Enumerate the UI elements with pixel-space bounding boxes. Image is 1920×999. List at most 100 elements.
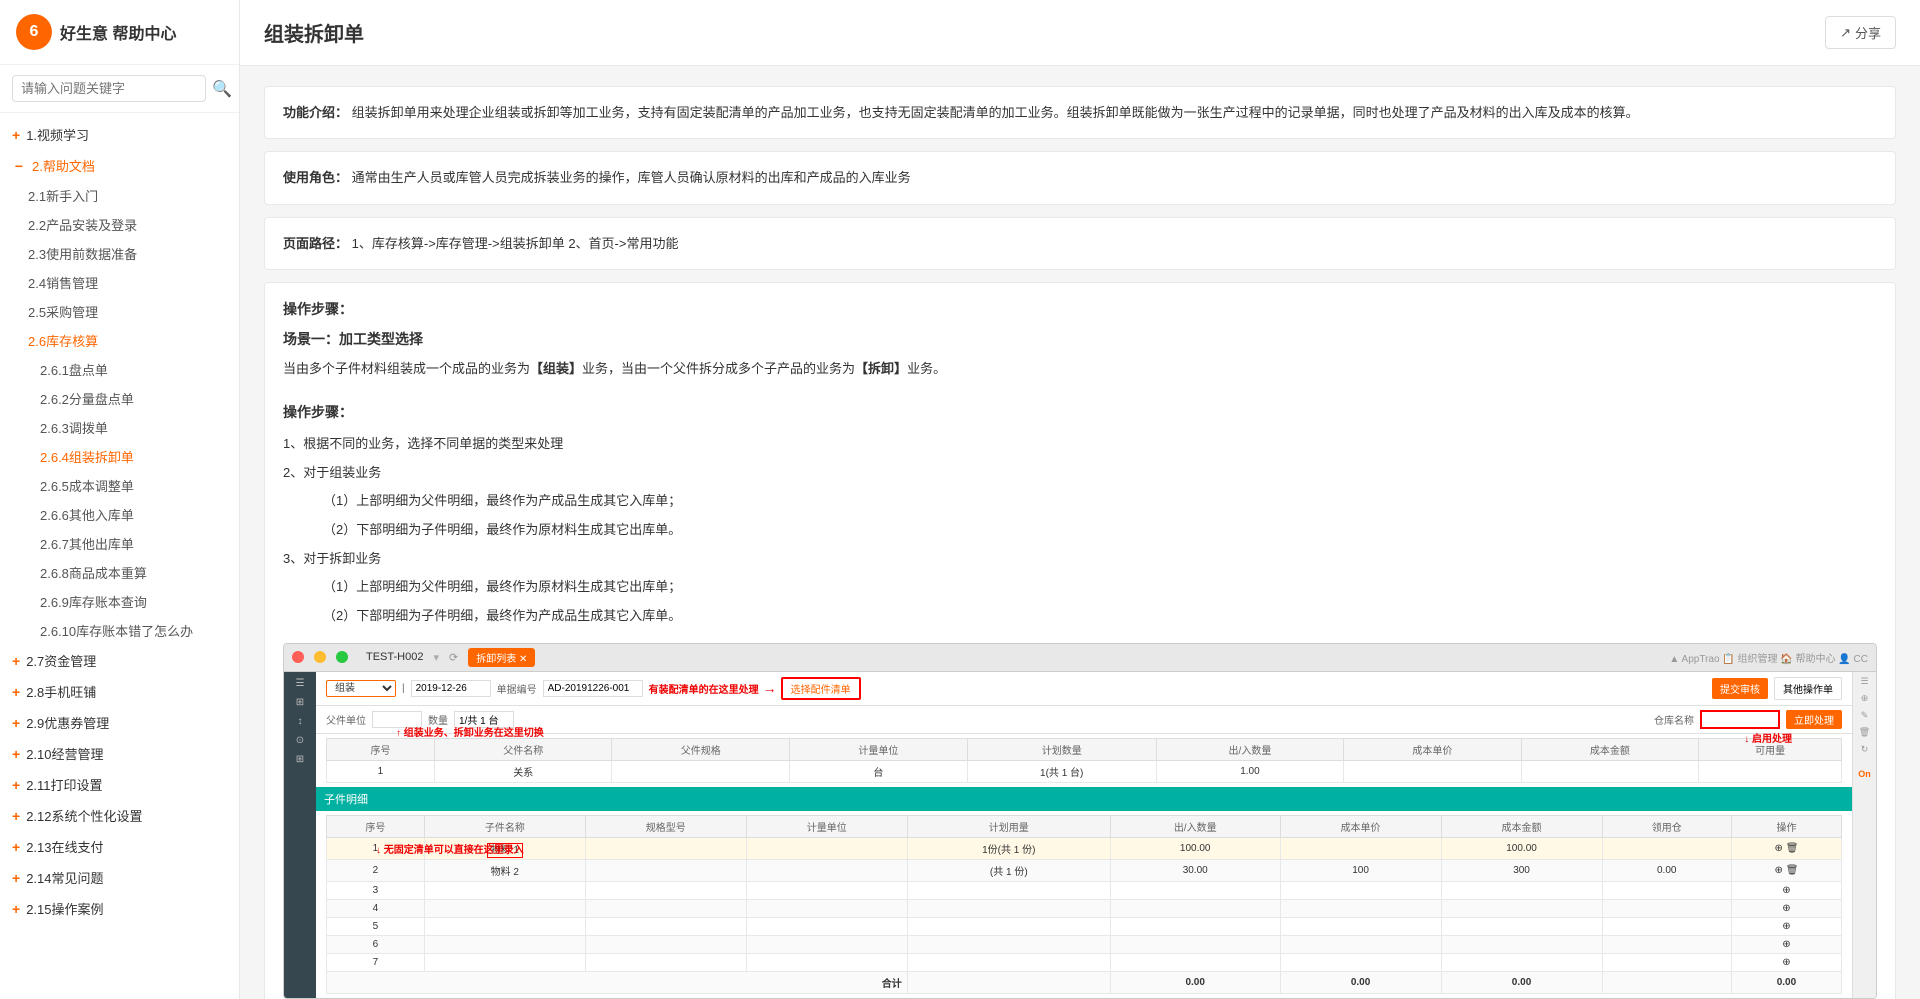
mini-sidebar-icon1: ☰ — [296, 678, 305, 689]
function-intro-block: 功能介绍： 组装拆卸单用来处理企业组装或拆卸等加工业务，支持有固定装配清单的产品… — [264, 86, 1896, 139]
sidebar-item-sub268[interactable]: 2.6.8商品成本重算 — [0, 558, 239, 587]
step2-1: （1）上部明细为父件明细，最终作为产成品生成其它入库单； — [283, 489, 1877, 514]
sidebar-item-cat10[interactable]: + 2.10经营管理 — [0, 738, 239, 769]
right-panel-icon3: ✎ — [1861, 710, 1869, 721]
plus-icon: + — [12, 777, 20, 793]
sidebar-item-sub21[interactable]: 2.1新手入门 — [0, 181, 239, 210]
step3-2: （2）下部明细为子件明细，最终作为产成品生成其它入库单。 — [283, 604, 1877, 629]
page-title: 组装拆卸单 — [264, 18, 364, 47]
step2-2: （2）下部明细为子件明细，最终作为原材料生成其它出库单。 — [283, 518, 1877, 543]
sidebar-item-sub264[interactable]: 2.6.4组装拆卸单 — [0, 442, 239, 471]
steps-content: 1、根据不同的业务，选择不同单据的类型来处理 2、对于组装业务 （1）上部明细为… — [283, 432, 1877, 629]
main-content: 组装拆卸单 ↗ 分享 功能介绍： 组装拆卸单用来处理企业组装或拆卸等加工业务，支… — [240, 0, 1920, 999]
search-button[interactable]: 🔍 — [206, 77, 238, 101]
warehouse-input[interactable] — [1700, 710, 1780, 729]
submit-btn[interactable]: 提交审核 — [1712, 678, 1768, 699]
sidebar-item-sub267[interactable]: 2.6.7其他出库单 — [0, 529, 239, 558]
doc-code-input[interactable] — [543, 680, 643, 697]
page-path-text: 1、库存核算->库存管理->组装拆卸单 2、首页->常用功能 — [352, 236, 679, 251]
plus-icon: + — [12, 684, 20, 700]
date-input[interactable] — [411, 680, 491, 697]
logo-text: 好生意 帮助中心 — [60, 20, 176, 44]
annotation3: ↓ 启用处理 — [1744, 730, 1792, 745]
sidebar-item-sub26[interactable]: 2.6库存核算 — [0, 326, 239, 355]
plus-icon: + — [12, 746, 20, 762]
right-panel-icon2: ⊕ — [1861, 693, 1869, 704]
plus-icon: + — [12, 901, 20, 917]
mini-sidebar-icon3: ↕ — [298, 716, 303, 727]
sidebar-item-sub24[interactable]: 2.4销售管理 — [0, 268, 239, 297]
sidebar-item-cat8[interactable]: + 2.8手机旺铺 — [0, 676, 239, 707]
search-input[interactable] — [12, 75, 206, 102]
plus-icon: + — [12, 839, 20, 855]
sidebar-item-sub2610[interactable]: 2.6.10库存账本错了怎么办 — [0, 616, 239, 645]
type-select[interactable]: 加工类型 组装 — [326, 680, 396, 697]
sidebar-item-sub262[interactable]: 2.6.2分量盘点单 — [0, 384, 239, 413]
steps-block: 操作步骤： 场景一：加工类型选择 当由多个子件材料组装成一个成品的业务为【组装】… — [264, 282, 1896, 999]
nav-list: + 1.视频学习 − 2.帮助文档 2.1新手入门 2.2产品安装及登录 2.3… — [0, 113, 239, 999]
sidebar: 6 好生意 帮助中心 🔍 + 1.视频学习 − 2.帮助文档 2.1新手入门 2… — [0, 0, 240, 999]
share-button[interactable]: ↗ 分享 — [1825, 16, 1896, 49]
mini-sidebar-icon4: ⊙ — [296, 735, 304, 746]
step3: 3、对于拆卸业务 — [283, 547, 1877, 572]
sidebar-item-cat11[interactable]: + 2.11打印设置 — [0, 769, 239, 800]
use-role-label: 使用角色： — [283, 170, 348, 185]
main-header: 组装拆卸单 ↗ 分享 — [240, 0, 1920, 66]
step1: 1、根据不同的业务，选择不同单据的类型来处理 — [283, 432, 1877, 457]
sidebar-item-cat9[interactable]: + 2.9优惠券管理 — [0, 707, 239, 738]
ops-steps-sub-label: 操作步骤： — [283, 402, 1877, 422]
minus-icon: − — [12, 158, 26, 174]
annotation2: ↑ 组装业务、拆卸业务在这里切换 — [396, 724, 544, 739]
on-toggle[interactable]: On — [1858, 769, 1871, 779]
mini-sidebar-icon5: ⊞ — [296, 754, 304, 765]
plus-icon: + — [12, 715, 20, 731]
topbar-new-btn[interactable]: 拆卸列表 ✕ — [468, 648, 535, 667]
sidebar-item-sub22[interactable]: 2.2产品安装及登录 — [0, 210, 239, 239]
plus-icon: + — [12, 870, 20, 886]
sidebar-item-cat13[interactable]: + 2.13在线支付 — [0, 831, 239, 862]
parent-table: 序号 父件名称 父件规格 计量单位 计划数量 出/入数量 成本单价 成本金额 可 — [326, 738, 1842, 783]
sidebar-item-cat14[interactable]: + 2.14常见问题 — [0, 862, 239, 893]
mini-sidebar-icon2: ⊞ — [296, 697, 304, 708]
apply-btn[interactable]: 立即处理 — [1786, 710, 1842, 729]
page-path-block: 页面路径： 1、库存核算->库存管理->组装拆卸单 2、首页->常用功能 — [264, 217, 1896, 270]
plus-icon: + — [12, 653, 20, 669]
share-icon: ↗ — [1840, 25, 1851, 41]
search-box: 🔍 — [0, 65, 239, 113]
sidebar-item-sub265[interactable]: 2.6.5成本调整单 — [0, 471, 239, 500]
sidebar-item-sub23[interactable]: 2.3使用前数据准备 — [0, 239, 239, 268]
annotation1-text: 有装配清单的在这里处理 — [649, 681, 759, 696]
fixed-bill-btn[interactable]: 选择配件清单 — [781, 677, 861, 700]
child-table: 序号 子件名称 规格型号 计量单位 计划用量 出/入数量 成本单价 成本金额 领 — [326, 815, 1842, 994]
sidebar-item-sub269[interactable]: 2.6.9库存账本查询 — [0, 587, 239, 616]
bottom-table-header: 子件明细 — [316, 787, 1852, 811]
function-intro-text: 组装拆卸单用来处理企业组装或拆卸等加工业务，支持有固定装配清单的产品加工业务，也… — [352, 105, 1639, 120]
sidebar-item-cat7[interactable]: + 2.7资金管理 — [0, 645, 239, 676]
sidebar-item-sub25[interactable]: 2.5采购管理 — [0, 297, 239, 326]
plus-icon: + — [12, 808, 20, 824]
sidebar-item-sub261[interactable]: 2.6.1盘点单 — [0, 355, 239, 384]
right-panel-icon5: ↻ — [1861, 744, 1869, 755]
right-panel-icon4: 🗑 — [1859, 727, 1870, 738]
use-role-text: 通常由生产人员或库管人员完成拆装业务的操作，库管人员确认原材料的出库和产成品的入… — [352, 170, 911, 185]
function-intro-label: 功能介绍： — [283, 105, 348, 120]
sidebar-item-sub266[interactable]: 2.6.6其他入库单 — [0, 500, 239, 529]
sidebar-item-cat2[interactable]: − 2.帮助文档 — [0, 150, 239, 181]
page-path-label: 页面路径： — [283, 236, 348, 251]
save-btn[interactable]: 其他操作单 — [1774, 677, 1842, 700]
content-area: 功能介绍： 组装拆卸单用来处理企业组装或拆卸等加工业务，支持有固定装配清单的产品… — [240, 66, 1920, 999]
sidebar-item-cat1[interactable]: + 1.视频学习 — [0, 119, 239, 150]
sidebar-item-cat12[interactable]: + 2.12系统个性化设置 — [0, 800, 239, 831]
sidebar-item-cat15[interactable]: + 2.15操作案例 — [0, 893, 239, 924]
scenario1-label: 场景一：加工类型选择 — [283, 329, 1877, 349]
date-field: | — [402, 683, 405, 694]
screenshot-topbar-id: TEST-H002 — [366, 651, 423, 663]
use-role-block: 使用角色： 通常由生产人员或库管人员完成拆装业务的操作，库管人员确认原材料的出库… — [264, 151, 1896, 204]
logo-icon: 6 — [16, 14, 52, 50]
sidebar-item-sub263[interactable]: 2.6.3调拨单 — [0, 413, 239, 442]
step2: 2、对于组装业务 — [283, 461, 1877, 486]
screenshot-container: TEST-H002 ▾ ⟳ 拆卸列表 ✕ ▲ AppTrao 📋 组织管理 🏠 … — [283, 643, 1877, 999]
right-panel-icon1: ☰ — [1860, 676, 1868, 687]
ops-steps-label: 操作步骤： — [283, 299, 1877, 319]
plus-icon: + — [12, 127, 20, 143]
